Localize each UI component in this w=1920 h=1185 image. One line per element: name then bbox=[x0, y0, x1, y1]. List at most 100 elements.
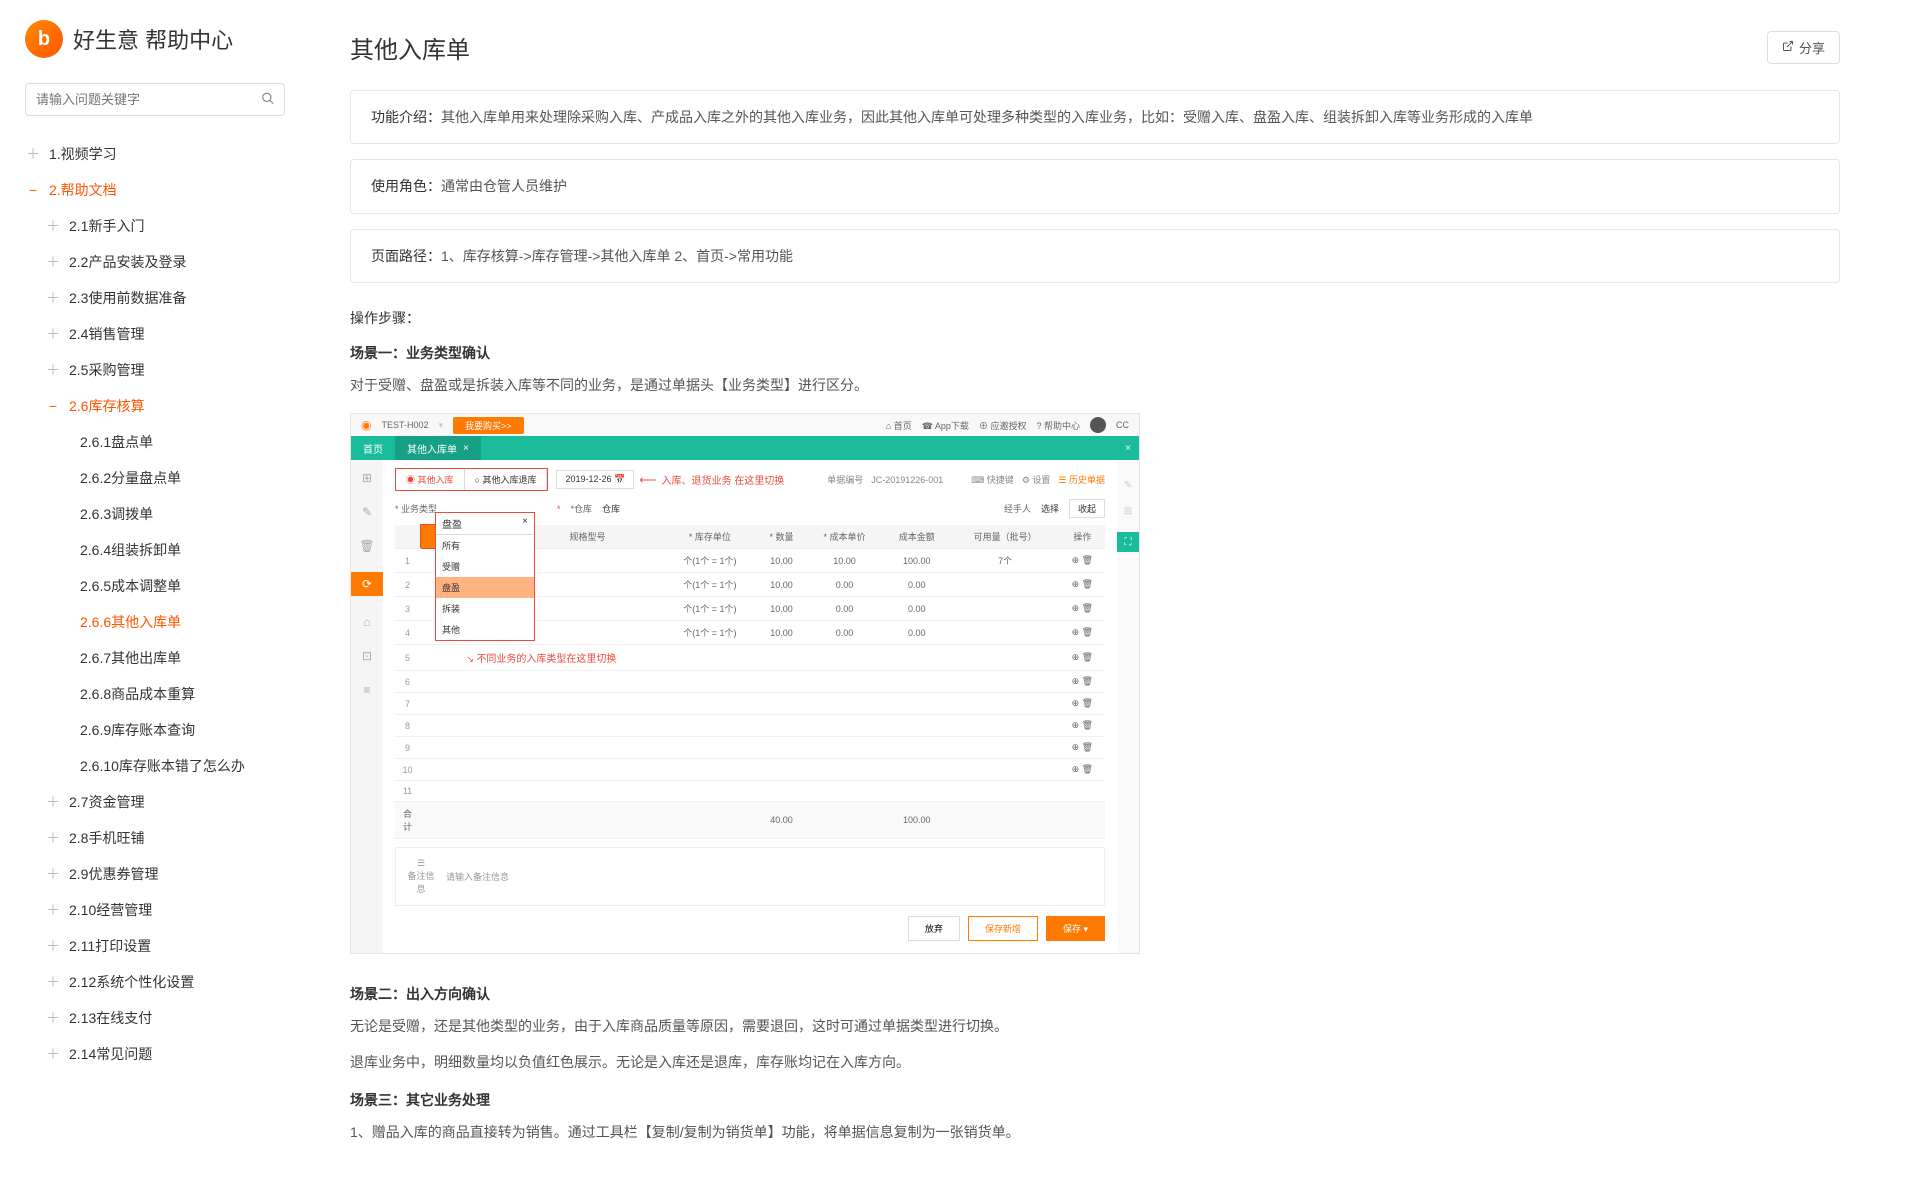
sidebar-item-2-6[interactable]: −2.6库存核算 bbox=[25, 388, 285, 424]
nav-tree: ＋1.视频学习 −2.帮助文档 ＋2.1新手入门 ＋2.2产品安装及登录 ＋2.… bbox=[25, 136, 285, 1072]
th-unit: * 库存单位 bbox=[663, 525, 757, 549]
dropdown-option: 受赠 bbox=[436, 556, 534, 577]
mock-save-button: 保存 ▾ bbox=[1046, 916, 1105, 941]
search-icon[interactable] bbox=[261, 91, 275, 108]
logo-icon: b bbox=[25, 20, 63, 58]
tool-icon: ⊞ bbox=[1124, 506, 1132, 517]
plus-icon: ＋ bbox=[45, 254, 61, 270]
sidebar-item-2-6-9[interactable]: 2.6.9库存账本查询 bbox=[25, 712, 285, 748]
mock-auth-link: ⊕ 应邀授权 bbox=[979, 419, 1027, 432]
mock-avatar bbox=[1090, 417, 1106, 433]
mock-annotation1: 入库、退货业务 在这里切换 bbox=[661, 472, 784, 487]
sidebar-item-2-6-7[interactable]: 2.6.7其他出库单 bbox=[25, 640, 285, 676]
plus-icon: ＋ bbox=[45, 794, 61, 810]
sidebar-item-2-6-4[interactable]: 2.6.4组装拆卸单 bbox=[25, 532, 285, 568]
plus-icon: ＋ bbox=[45, 866, 61, 882]
tool-icon: ⛶ bbox=[1117, 532, 1139, 552]
mock-leftbar: ⊞ ✎ 🗑 ⟳ ⌂ ⊡ ≡ bbox=[351, 460, 383, 953]
sidebar-item-2-6-5[interactable]: 2.6.5成本调整单 bbox=[25, 568, 285, 604]
sidebar-item-2-4[interactable]: ＋2.4销售管理 bbox=[25, 316, 285, 352]
scenario3-title: 场景三：其它业务处理 bbox=[350, 1090, 1840, 1110]
intro-label: 功能介绍： bbox=[371, 109, 441, 125]
plus-icon: ＋ bbox=[45, 326, 61, 342]
mock-collapse-btn: 收起 bbox=[1069, 499, 1105, 518]
sidebar-item-video[interactable]: ＋1.视频学习 bbox=[25, 136, 285, 172]
sidebar-item-2-14[interactable]: ＋2.14常见问题 bbox=[25, 1036, 285, 1072]
sidebar-item-2-6-10[interactable]: 2.6.10库存账本错了怎么办 bbox=[25, 748, 285, 784]
th-op: 操作 bbox=[1060, 525, 1105, 549]
sidebar-item-2-5[interactable]: ＋2.5采购管理 bbox=[25, 352, 285, 388]
share-icon bbox=[1782, 40, 1794, 55]
mock-dropdown: 盘盈× 所有 受赠 盘盈 拆装 其他 bbox=[435, 512, 535, 641]
sidebar-item-2-9[interactable]: ＋2.9优惠券管理 bbox=[25, 856, 285, 892]
mock-discard-button: 放弃 bbox=[908, 916, 960, 941]
logo-text: 好生意 帮助中心 bbox=[73, 23, 233, 55]
th-qty: * 数量 bbox=[757, 525, 806, 549]
path-box: 页面路径：1、库存核算->库存管理->其他入库单 2、首页->常用功能 bbox=[350, 229, 1840, 283]
nav-icon-active: ⟳ bbox=[351, 572, 383, 596]
search-input[interactable] bbox=[25, 83, 285, 116]
content-section: 操作步骤： 场景一：业务类型确认 对于受赠、盘盈或是拆装入库等不同的业务，是通过… bbox=[350, 308, 1840, 1145]
arrow-icon: ⟵ bbox=[639, 473, 656, 487]
sidebar-item-2-13[interactable]: ＋2.13在线支付 bbox=[25, 1000, 285, 1036]
table-row: 8⊕ 🗑 bbox=[395, 715, 1105, 737]
nav-icon: ⊡ bbox=[359, 648, 375, 664]
close-icon: × bbox=[463, 443, 469, 454]
sidebar-item-docs[interactable]: −2.帮助文档 bbox=[25, 172, 285, 208]
table-row: 10⊕ 🗑 bbox=[395, 759, 1105, 781]
page-header: 其他入库单 分享 bbox=[350, 30, 1840, 65]
table-totals: 合计40.00100.00 bbox=[395, 802, 1105, 839]
logo[interactable]: b 好生意 帮助中心 bbox=[25, 20, 285, 58]
mock-app-link: ☎ App下载 bbox=[922, 419, 969, 432]
mock-footer: 放弃 保存新增 保存 ▾ bbox=[395, 906, 1105, 945]
plus-icon: ＋ bbox=[45, 362, 61, 378]
plus-icon: ＋ bbox=[45, 218, 61, 234]
sidebar-item-2-6-1[interactable]: 2.6.1盘点单 bbox=[25, 424, 285, 460]
steps-heading: 操作步骤： bbox=[350, 308, 1840, 328]
mock-tab-current: 其他入库单× bbox=[395, 436, 481, 460]
th-usable: 可用量（批号） bbox=[951, 525, 1060, 549]
dropdown-option: 其他 bbox=[436, 619, 534, 640]
sidebar-item-2-6-3[interactable]: 2.6.3调拨单 bbox=[25, 496, 285, 532]
sidebar-item-2-6-2[interactable]: 2.6.2分量盘点单 bbox=[25, 460, 285, 496]
mock-docno: JC-20191226-001 bbox=[871, 475, 943, 485]
mock-tabs: 首页 其他入库单× × bbox=[351, 436, 1139, 460]
scenario1-title: 场景一：业务类型确认 bbox=[350, 343, 1840, 363]
sidebar-item-2-12[interactable]: ＋2.12系统个性化设置 bbox=[25, 964, 285, 1000]
share-button[interactable]: 分享 bbox=[1767, 31, 1840, 64]
sidebar-item-2-2[interactable]: ＋2.2产品安装及登录 bbox=[25, 244, 285, 280]
mock-tab-home: 首页 bbox=[351, 436, 395, 460]
path-text: 1、库存核算->库存管理->其他入库单 2、首页->常用功能 bbox=[441, 248, 793, 264]
dropdown-option: 拆装 bbox=[436, 598, 534, 619]
mock-savenew-button: 保存新增 bbox=[968, 916, 1038, 941]
embedded-screenshot: ◉ TEST-H002 ▾ 我要购买>> ⌂ 首页 ☎ App下载 ⊕ 应邀授权… bbox=[350, 413, 1140, 954]
table-row: 6⊕ 🗑 bbox=[395, 671, 1105, 693]
plus-icon: ＋ bbox=[45, 938, 61, 954]
sidebar-item-2-3[interactable]: ＋2.3使用前数据准备 bbox=[25, 280, 285, 316]
plus-icon: ＋ bbox=[45, 1010, 61, 1026]
nav-icon: 🗑 bbox=[359, 538, 375, 554]
mock-company: TEST-H002 bbox=[381, 420, 428, 430]
sidebar-item-2-6-8[interactable]: 2.6.8商品成本重算 bbox=[25, 676, 285, 712]
close-icon: × bbox=[1117, 443, 1139, 454]
sidebar-item-2-6-6[interactable]: 2.6.6其他入库单 bbox=[25, 604, 285, 640]
sidebar-item-2-10[interactable]: ＋2.10经营管理 bbox=[25, 892, 285, 928]
plus-icon: ＋ bbox=[45, 830, 61, 846]
search-box bbox=[25, 83, 285, 116]
plus-icon: ＋ bbox=[25, 146, 41, 162]
role-text: 通常由仓管人员维护 bbox=[441, 178, 567, 194]
intro-text: 其他入库单用来处理除采购入库、产成品入库之外的其他入库业务，因此其他入库单可处理… bbox=[441, 109, 1533, 125]
mock-type-switch: ◉ 其他入库 ○ 其他入库退库 bbox=[395, 468, 548, 491]
sidebar-item-2-8[interactable]: ＋2.8手机旺铺 bbox=[25, 820, 285, 856]
mock-note-placeholder: 请输入备注信息 bbox=[446, 870, 509, 883]
scenario2-text1: 无论是受赠，还是其他类型的业务，由于入库商品质量等原因，需要退回，这时可通过单据… bbox=[350, 1014, 1840, 1039]
path-label: 页面路径： bbox=[371, 248, 441, 264]
sidebar-item-2-11[interactable]: ＋2.11打印设置 bbox=[25, 928, 285, 964]
sidebar-item-2-1[interactable]: ＋2.1新手入门 bbox=[25, 208, 285, 244]
sidebar-item-2-7[interactable]: ＋2.7资金管理 bbox=[25, 784, 285, 820]
dropdown-option: 所有 bbox=[436, 535, 534, 556]
role-label: 使用角色： bbox=[371, 178, 441, 194]
mock-topbar: ◉ TEST-H002 ▾ 我要购买>> ⌂ 首页 ☎ App下载 ⊕ 应邀授权… bbox=[351, 414, 1139, 436]
nav-icon: ✎ bbox=[359, 504, 375, 520]
plus-icon: ＋ bbox=[45, 974, 61, 990]
